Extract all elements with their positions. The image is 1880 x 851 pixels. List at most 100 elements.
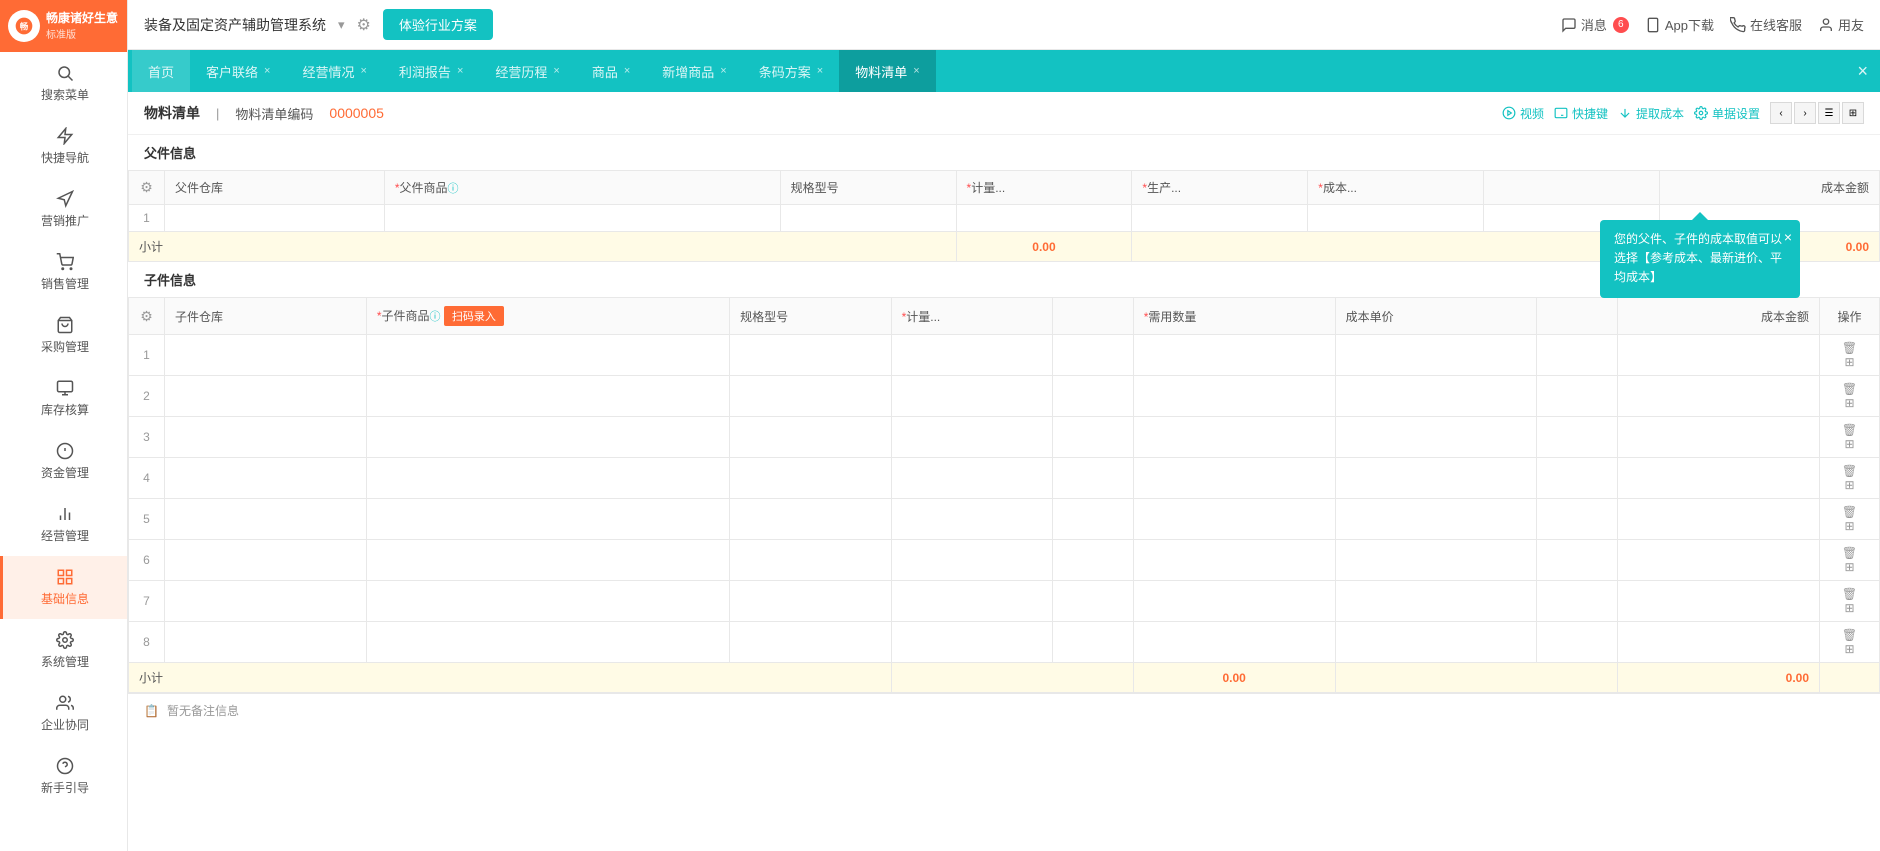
sidebar-item-enterprise[interactable]: 企业协同 [0, 682, 127, 745]
child-r5-quantity[interactable] [1133, 499, 1335, 540]
child-r5-copy-icon[interactable]: ⊞ [1844, 519, 1854, 533]
tab-goods[interactable]: 商品 × [576, 50, 646, 92]
tab-history[interactable]: 经营历程 × [479, 50, 575, 92]
tab-close-barcode[interactable]: × [817, 65, 823, 77]
sidebar-item-basics[interactable]: 基础信息 [0, 556, 127, 619]
sidebar-item-purchase[interactable]: 采购管理 [0, 304, 127, 367]
child-r4-spec[interactable] [730, 458, 891, 499]
child-r1-product[interactable] [366, 335, 729, 376]
child-r8-product[interactable] [366, 622, 729, 663]
child-r2-spec[interactable] [730, 376, 891, 417]
child-r5-unit[interactable] [891, 499, 1052, 540]
child-r6-product[interactable] [366, 540, 729, 581]
child-r3-delete-icon[interactable]: 🗑 [1842, 423, 1857, 437]
child-r5-delete-icon[interactable]: 🗑 [1842, 505, 1857, 519]
child-r7-extra2[interactable] [1537, 581, 1618, 622]
child-r6-warehouse[interactable] [165, 540, 367, 581]
child-r1-unit-cost[interactable] [1335, 335, 1537, 376]
sidebar-item-guide[interactable]: 新手引导 [0, 745, 127, 808]
tab-close-new-goods[interactable]: × [720, 65, 726, 77]
parent-row-1-spec[interactable] [780, 205, 956, 232]
child-r1-extra2[interactable] [1537, 335, 1618, 376]
child-r7-spec[interactable] [730, 581, 891, 622]
parent-row-1-warehouse[interactable] [165, 205, 385, 232]
child-r6-amount[interactable] [1618, 540, 1820, 581]
app-download-item[interactable]: App下载 [1645, 15, 1714, 34]
child-r8-amount[interactable] [1618, 622, 1820, 663]
sidebar-item-inventory[interactable]: 库存核算 [0, 367, 127, 430]
child-r3-extra2[interactable] [1537, 417, 1618, 458]
sidebar-item-system[interactable]: 系统管理 [0, 619, 127, 682]
child-r2-product[interactable] [366, 376, 729, 417]
child-r2-extra2[interactable] [1537, 376, 1618, 417]
tab-new-goods[interactable]: 新增商品 × [646, 50, 742, 92]
child-r8-quantity[interactable] [1133, 622, 1335, 663]
child-r7-unit-cost[interactable] [1335, 581, 1537, 622]
child-r2-amount[interactable] [1618, 376, 1820, 417]
child-r2-quantity[interactable] [1133, 376, 1335, 417]
sidebar-item-operations[interactable]: 经营管理 [0, 493, 127, 556]
child-r6-extra1[interactable] [1053, 540, 1134, 581]
tab-operations[interactable]: 经营情况 × [286, 50, 382, 92]
tab-close-bom[interactable]: × [913, 65, 919, 77]
child-r2-warehouse[interactable] [165, 376, 367, 417]
child-r5-unit-cost[interactable] [1335, 499, 1537, 540]
parent-row-1-production[interactable] [1132, 205, 1308, 232]
child-r8-copy-icon[interactable]: ⊞ [1844, 642, 1854, 656]
tab-close-operations[interactable]: × [360, 65, 366, 77]
nav-prev-btn[interactable]: ‹ [1770, 102, 1792, 124]
child-r8-unit-cost[interactable] [1335, 622, 1537, 663]
parent-row-1-cost[interactable] [1308, 205, 1484, 232]
child-col-gear[interactable]: ⚙ [129, 298, 165, 335]
child-r6-spec[interactable] [730, 540, 891, 581]
child-r5-extra1[interactable] [1053, 499, 1134, 540]
child-r3-warehouse[interactable] [165, 417, 367, 458]
child-r4-delete-icon[interactable]: 🗑 [1842, 464, 1857, 478]
child-r8-delete-icon[interactable]: 🗑 [1842, 628, 1857, 642]
shortcut-action[interactable]: 快捷键 [1554, 105, 1608, 122]
child-r4-unit-cost[interactable] [1335, 458, 1537, 499]
child-r5-amount[interactable] [1618, 499, 1820, 540]
message-item[interactable]: 消息 6 [1561, 15, 1629, 34]
child-r1-extra1[interactable] [1053, 335, 1134, 376]
child-r1-warehouse[interactable] [165, 335, 367, 376]
child-r4-amount[interactable] [1618, 458, 1820, 499]
child-r2-copy-icon[interactable]: ⊞ [1844, 396, 1854, 410]
child-r7-amount[interactable] [1618, 581, 1820, 622]
tooltip-close-btn[interactable]: × [1784, 226, 1792, 248]
child-r3-unit[interactable] [891, 417, 1052, 458]
child-r4-quantity[interactable] [1133, 458, 1335, 499]
child-r6-unit[interactable] [891, 540, 1052, 581]
child-r6-delete-icon[interactable]: 🗑 [1842, 546, 1857, 560]
child-r2-unit[interactable] [891, 376, 1052, 417]
child-r6-copy-icon[interactable]: ⊞ [1844, 560, 1854, 574]
sidebar-item-sales[interactable]: 销售管理 [0, 241, 127, 304]
tab-close-customer[interactable]: × [264, 65, 270, 77]
child-r7-delete-icon[interactable]: 🗑 [1842, 587, 1857, 601]
close-all-tabs-btn[interactable]: × [1849, 61, 1876, 82]
child-r1-unit[interactable] [891, 335, 1052, 376]
child-r3-extra1[interactable] [1053, 417, 1134, 458]
gear-icon[interactable]: ⚙ [357, 15, 371, 35]
tab-close-history[interactable]: × [553, 65, 559, 77]
child-r7-warehouse[interactable] [165, 581, 367, 622]
view-action[interactable]: 视频 [1502, 105, 1544, 122]
child-r4-unit[interactable] [891, 458, 1052, 499]
child-r7-extra1[interactable] [1053, 581, 1134, 622]
child-r4-extra2[interactable] [1537, 458, 1618, 499]
tab-bom[interactable]: 物料清单 × [839, 50, 935, 92]
child-r5-spec[interactable] [730, 499, 891, 540]
trial-btn[interactable]: 体验行业方案 [383, 9, 493, 40]
sidebar-item-finance[interactable]: 资金管理 [0, 430, 127, 493]
child-r7-copy-icon[interactable]: ⊞ [1844, 601, 1854, 615]
child-r3-spec[interactable] [730, 417, 891, 458]
child-r7-quantity[interactable] [1133, 581, 1335, 622]
child-r4-warehouse[interactable] [165, 458, 367, 499]
sidebar-item-quick-nav[interactable]: 快捷导航 [0, 115, 127, 178]
child-r3-amount[interactable] [1618, 417, 1820, 458]
user-item[interactable]: 用友 [1818, 15, 1864, 34]
tab-profit[interactable]: 利润报告 × [383, 50, 479, 92]
child-r3-copy-icon[interactable]: ⊞ [1844, 437, 1854, 451]
child-r7-product[interactable] [366, 581, 729, 622]
child-r3-quantity[interactable] [1133, 417, 1335, 458]
